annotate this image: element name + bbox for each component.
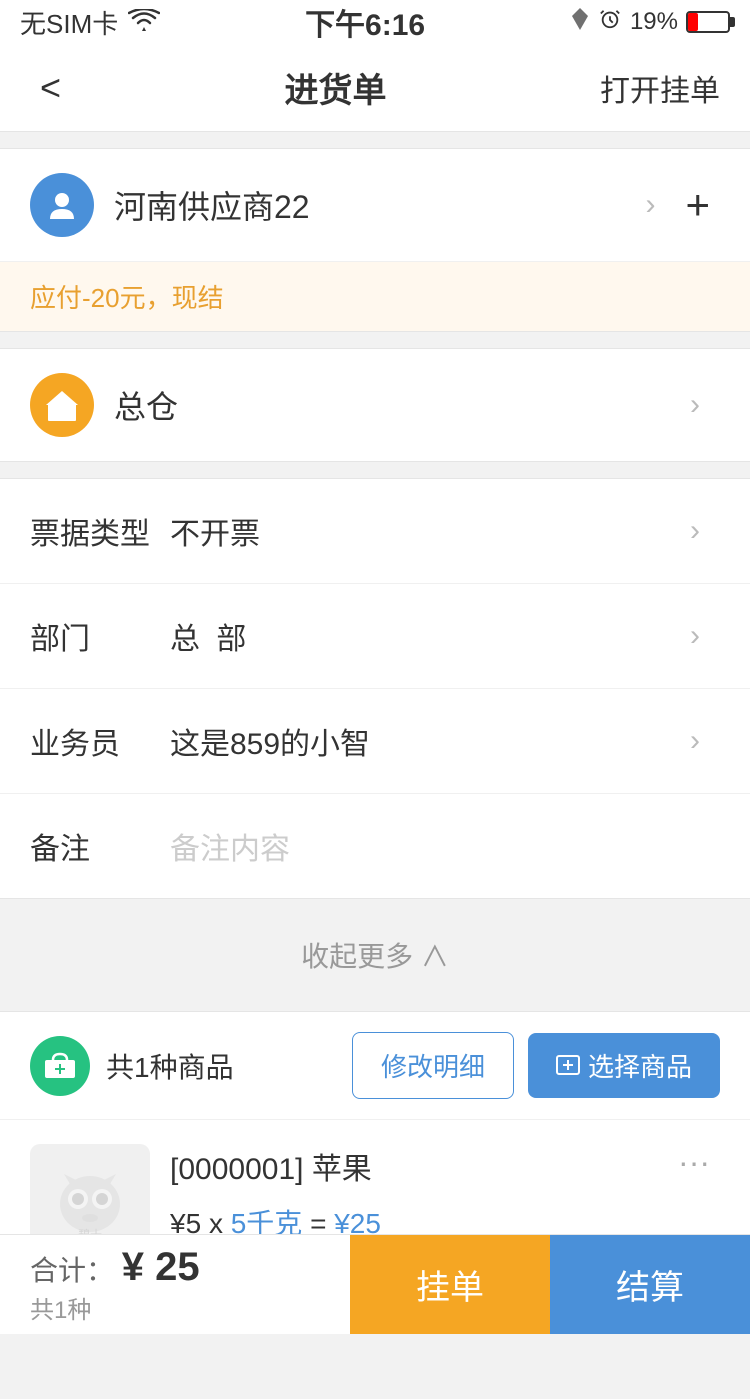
select-product-label: 选择商品: [588, 1047, 692, 1084]
warehouse-section: 总仓 ›: [0, 348, 750, 462]
status-bar: 无SIM卡 下午6:16 19%: [0, 0, 750, 44]
product-name: [0000001] 苹果: [170, 1144, 668, 1188]
supplier-section: 河南供应商22 › + 应付-20元，现结: [0, 148, 750, 332]
salesman-row[interactable]: 业务员 这是859的小智 ›: [0, 689, 750, 794]
product-more-button[interactable]: ···: [668, 1144, 720, 1181]
supplier-name: 河南供应商22: [114, 182, 645, 228]
bottom-bar: 合计： ¥ 25 共1种 挂单 结算: [0, 1234, 750, 1334]
status-right: 19%: [570, 8, 730, 37]
supplier-chevron-icon: ›: [645, 188, 655, 222]
bottom-total: 合计： ¥ 25 共1种: [0, 1245, 350, 1325]
wifi-icon: [128, 7, 160, 38]
hang-order-button[interactable]: 挂单: [350, 1235, 550, 1334]
salesman-value: 这是859的小智: [160, 719, 690, 763]
add-supplier-button[interactable]: +: [675, 184, 720, 226]
remark-label: 备注: [30, 824, 160, 868]
page-title: 进货单: [285, 63, 387, 112]
back-button[interactable]: <: [30, 57, 71, 119]
settle-button[interactable]: 结算: [550, 1235, 750, 1334]
remark-row[interactable]: 备注 备注内容: [0, 794, 750, 898]
invoice-label: 票据类型: [30, 509, 160, 553]
total-label: 合计：: [30, 1255, 114, 1286]
nav-bar: < 进货单 打开挂单: [0, 44, 750, 132]
product-info: [0000001] 苹果 ¥5 x 5千克 = ¥25: [170, 1144, 668, 1242]
warehouse-row[interactable]: 总仓 ›: [0, 349, 750, 461]
product-fruit-name: 苹果: [312, 1153, 372, 1186]
open-hang-button[interactable]: 打开挂单: [600, 66, 720, 110]
warehouse-name: 总仓: [114, 382, 690, 428]
collapse-button[interactable]: 收起更多 ∧: [0, 915, 750, 995]
department-row[interactable]: 部门 总 部 ›: [0, 584, 750, 689]
invoice-type-row[interactable]: 票据类型 不开票 ›: [0, 479, 750, 584]
salesman-chevron-icon: ›: [690, 724, 700, 758]
supplier-avatar: [30, 173, 94, 237]
invoice-value: 不开票: [160, 509, 690, 553]
supplier-row[interactable]: 河南供应商22 › +: [0, 149, 750, 262]
invoice-chevron-icon: ›: [690, 514, 700, 548]
warehouse-icon: [30, 373, 94, 437]
alarm-icon: [598, 8, 622, 37]
total-count: 共1种: [30, 1290, 320, 1325]
remark-value: 备注内容: [160, 824, 720, 868]
salesman-label: 业务员: [30, 719, 160, 763]
location-icon: [570, 8, 590, 37]
status-time: 下午6:16: [305, 0, 425, 44]
battery-percent: 19%: [630, 8, 678, 36]
department-label: 部门: [30, 614, 160, 658]
battery-icon: [686, 11, 730, 33]
products-count: 共1种商品: [106, 1046, 352, 1086]
products-header: 共1种商品 修改明细 选择商品: [0, 1012, 750, 1120]
edit-detail-button[interactable]: 修改明细: [352, 1032, 514, 1099]
department-value: 总 部: [160, 614, 690, 658]
carrier-text: 无SIM卡: [20, 4, 118, 41]
form-section: 票据类型 不开票 › 部门 总 部 › 业务员 这是859的小智 › 备注 备注…: [0, 478, 750, 899]
product-code: [0000001]: [170, 1153, 303, 1186]
warehouse-chevron-icon: ›: [690, 388, 700, 422]
total-amount: ¥ 25: [122, 1245, 200, 1289]
select-product-button[interactable]: 选择商品: [528, 1033, 720, 1098]
status-left: 无SIM卡: [20, 4, 160, 41]
department-chevron-icon: ›: [690, 619, 700, 653]
products-icon: [30, 1036, 90, 1096]
supplier-hint: 应付-20元，现结: [0, 262, 750, 331]
